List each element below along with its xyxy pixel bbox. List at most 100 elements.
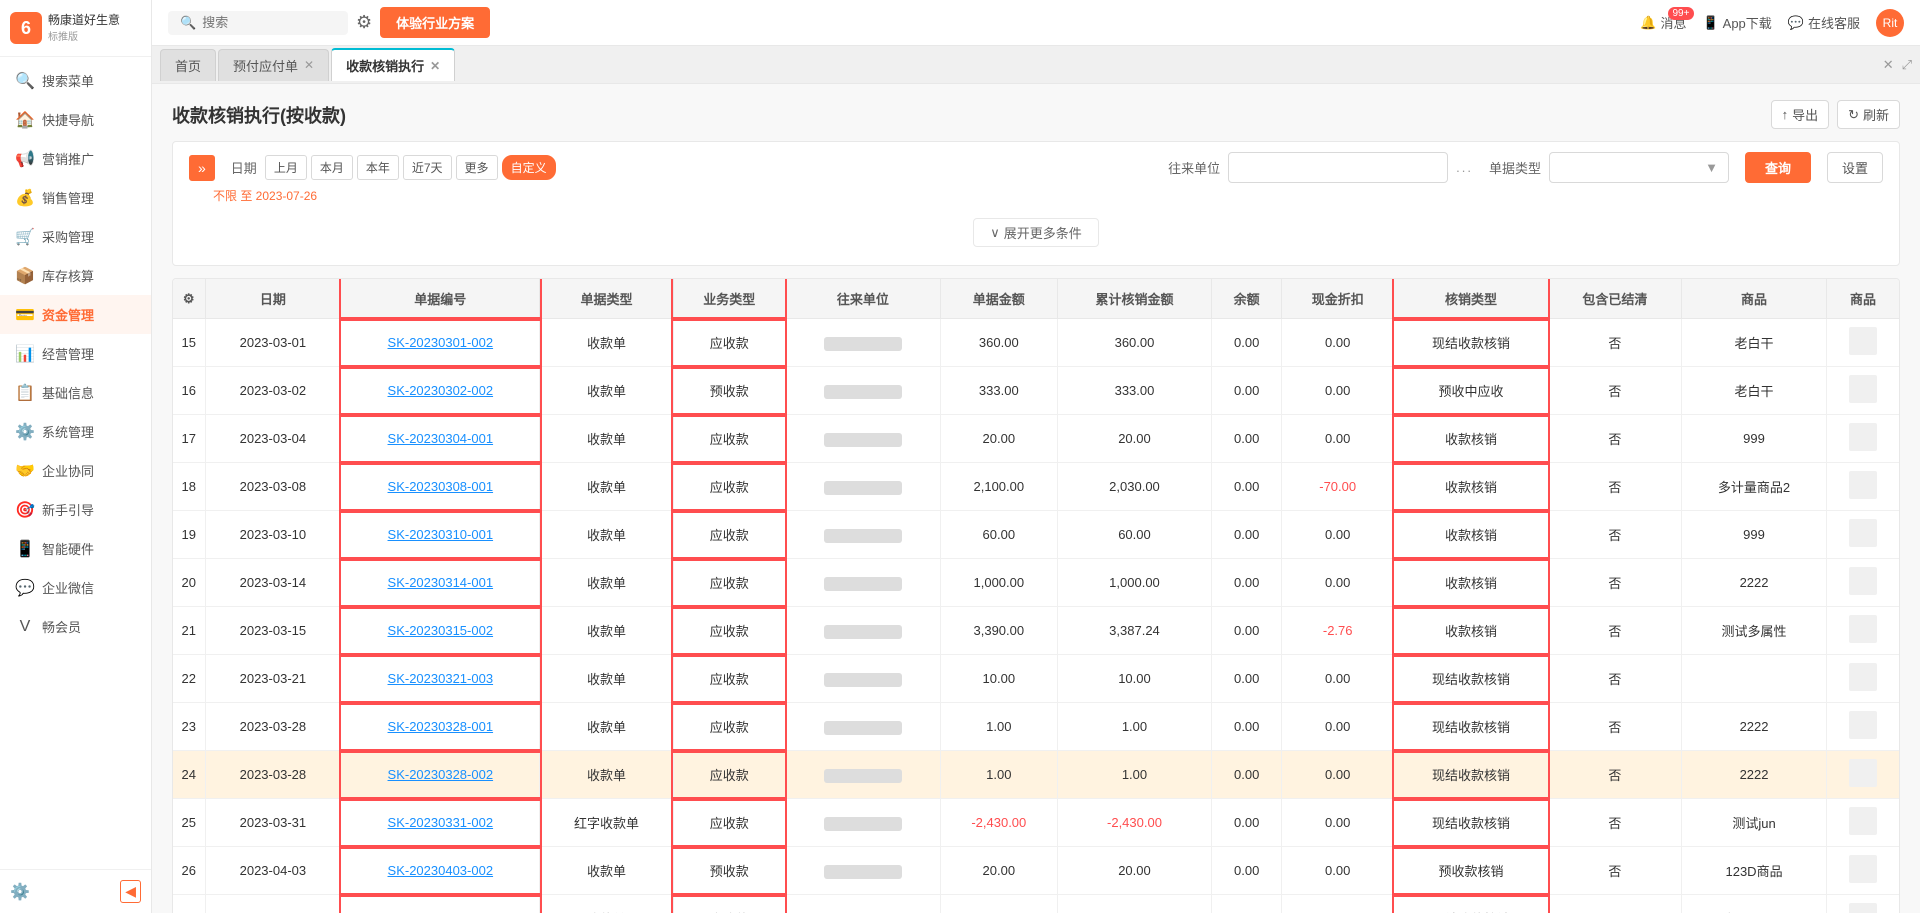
notification-icon: 🔔	[1640, 15, 1656, 31]
doc-no-link[interactable]: SK-20230321-003	[388, 671, 494, 686]
doc-no-link[interactable]: SK-20230304-001	[388, 431, 494, 446]
doc-no-link[interactable]: SK-20230331-002	[388, 815, 494, 830]
search-input[interactable]	[202, 15, 322, 30]
row-product2	[1827, 607, 1899, 655]
tab-receipt[interactable]: 收款核销执行 ✕	[331, 48, 455, 81]
sidebar-item-quicknav[interactable]: 🏠 快捷导航	[0, 100, 151, 139]
doc-no-link[interactable]: SK-20230328-001	[388, 719, 494, 734]
table-scroll[interactable]: ⚙ 日期 单据编号 单据类型 业务类型 往来单位 单据金额 累计核销金额 余额 …	[173, 279, 1899, 913]
sidebar-item-basic[interactable]: 📋 基础信息	[0, 373, 151, 412]
doc-no-link[interactable]: SK-20230301-002	[388, 335, 494, 350]
sidebar-item-system[interactable]: ⚙️ 系统管理	[0, 412, 151, 451]
tab-home[interactable]: 首页	[160, 49, 216, 81]
row-balance: 0.00	[1212, 559, 1282, 607]
export-button[interactable]: ↑ 导出	[1771, 100, 1830, 129]
row-biz-type: 应收款	[673, 607, 785, 655]
row-cash-discount: 0.00	[1282, 415, 1394, 463]
table-row: 19 2023-03-10 SK-20230310-001 收款单 应收款 ██…	[173, 511, 1899, 559]
col-date: 日期	[205, 279, 341, 319]
close-all-icon[interactable]: ✕	[1883, 57, 1894, 73]
counterparty-select[interactable]	[1228, 152, 1448, 183]
row-no: 17	[173, 415, 205, 463]
date-btn-custom[interactable]: 自定义	[502, 155, 556, 180]
receipt-type-select[interactable]: ▼	[1549, 152, 1729, 183]
row-date: 2023-03-28	[205, 703, 341, 751]
sidebar-item-member[interactable]: V 畅会员	[0, 607, 151, 646]
sidebar-item-marketing[interactable]: 📢 营销推广	[0, 139, 151, 178]
solution-button[interactable]: 体验行业方案	[380, 7, 490, 38]
guide-icon: 🎯	[16, 501, 34, 519]
row-counterparty: ████████	[785, 511, 940, 559]
expand-tab-icon[interactable]: ⤢	[1902, 57, 1912, 73]
app-download-item[interactable]: 📱 App下载	[1702, 13, 1771, 32]
col-biz-type: 业务类型	[673, 279, 785, 319]
row-no: 25	[173, 799, 205, 847]
row-date: 2023-03-14	[205, 559, 341, 607]
sidebar-item-sales[interactable]: 💰 销售管理	[0, 178, 151, 217]
doc-no-link[interactable]: SK-20230310-001	[388, 527, 494, 542]
expand-more-conditions-button[interactable]: ∨ 展开更多条件	[973, 218, 1099, 247]
row-accumulated: 60.00	[1057, 511, 1211, 559]
col-settings[interactable]: ⚙	[173, 279, 205, 319]
row-include-settled: 否	[1548, 895, 1681, 913]
row-include-settled: 否	[1548, 367, 1681, 415]
settings-icon[interactable]: ⚙	[356, 12, 372, 33]
row-cash-discount: 0.00	[1282, 559, 1394, 607]
settings-bottom-icon[interactable]: ⚙️	[10, 882, 30, 902]
sidebar-item-corp[interactable]: 🤝 企业协同	[0, 451, 151, 490]
filter-expand-icon[interactable]: »	[189, 155, 215, 181]
row-product: 老白干	[1682, 319, 1827, 367]
avatar[interactable]: Rit	[1876, 9, 1904, 37]
doc-no-link[interactable]: SK-20230315-002	[388, 623, 494, 638]
top-search-box[interactable]: 🔍	[168, 11, 348, 35]
row-write-off-type: 现结收款核销	[1394, 895, 1548, 913]
sidebar-item-inventory[interactable]: 📦 库存核算	[0, 256, 151, 295]
date-btn-last-month[interactable]: 上月	[265, 155, 307, 180]
sidebar-item-search[interactable]: 🔍 搜索菜单	[0, 61, 151, 100]
row-product: 999	[1682, 511, 1827, 559]
doc-no-link[interactable]: SK-20230308-001	[388, 479, 494, 494]
sidebar-item-finance[interactable]: 💳 资金管理	[0, 295, 151, 334]
date-btn-this-month[interactable]: 本月	[311, 155, 353, 180]
row-amount: 2,100.00	[940, 463, 1057, 511]
notification-item[interactable]: 🔔 消息 99+	[1640, 13, 1686, 32]
tab-close-prepay[interactable]: ✕	[304, 58, 314, 72]
row-biz-type: 应收款	[673, 319, 785, 367]
query-button[interactable]: 查询	[1745, 152, 1811, 183]
row-date: 2023-03-15	[205, 607, 341, 655]
sidebar-item-hardware[interactable]: 📱 智能硬件	[0, 529, 151, 568]
date-btn-more[interactable]: 更多	[456, 155, 498, 180]
row-doc-no: SK-20230301-002	[341, 319, 540, 367]
sidebar-collapse-btn[interactable]: ◀	[120, 880, 141, 903]
settings-button[interactable]: 设置	[1827, 152, 1883, 183]
row-write-off-type: 现结收款核销	[1394, 319, 1548, 367]
row-biz-type: 预收款	[673, 847, 785, 895]
tab-prepay[interactable]: 预付应付单 ✕	[218, 49, 329, 81]
doc-no-link[interactable]: SK-20230302-002	[388, 383, 494, 398]
table-row: 21 2023-03-15 SK-20230315-002 收款单 应收款 ██…	[173, 607, 1899, 655]
sidebar-item-purchase[interactable]: 🛒 采购管理	[0, 217, 151, 256]
row-write-off-type: 现结收款核销	[1394, 751, 1548, 799]
row-cash-discount: 0.00	[1282, 511, 1394, 559]
row-doc-type: 收款单	[540, 415, 673, 463]
tab-close-receipt[interactable]: ✕	[430, 59, 440, 73]
row-include-settled: 否	[1548, 751, 1681, 799]
row-amount: 1.00	[940, 703, 1057, 751]
doc-no-link[interactable]: SK-20230314-001	[388, 575, 494, 590]
row-include-settled: 否	[1548, 655, 1681, 703]
online-service-item[interactable]: 💬 在线客服	[1788, 13, 1860, 32]
row-cash-discount: 0.00	[1282, 703, 1394, 751]
date-btn-7days[interactable]: 近7天	[403, 155, 452, 180]
row-doc-type: 收款单	[540, 559, 673, 607]
refresh-button[interactable]: ↻ 刷新	[1837, 100, 1900, 129]
sidebar-item-guide[interactable]: 🎯 新手引导	[0, 490, 151, 529]
date-btn-this-year[interactable]: 本年	[357, 155, 399, 180]
notification-badge: 99+	[1668, 7, 1695, 20]
sidebar-item-operation[interactable]: 📊 经营管理	[0, 334, 151, 373]
sidebar-item-wechat[interactable]: 💬 企业微信	[0, 568, 151, 607]
row-date: 2023-03-10	[205, 511, 341, 559]
doc-no-link[interactable]: SK-20230328-002	[388, 767, 494, 782]
row-product: 2222	[1682, 559, 1827, 607]
doc-no-link[interactable]: SK-20230403-002	[388, 863, 494, 878]
row-date: 2023-03-08	[205, 463, 341, 511]
